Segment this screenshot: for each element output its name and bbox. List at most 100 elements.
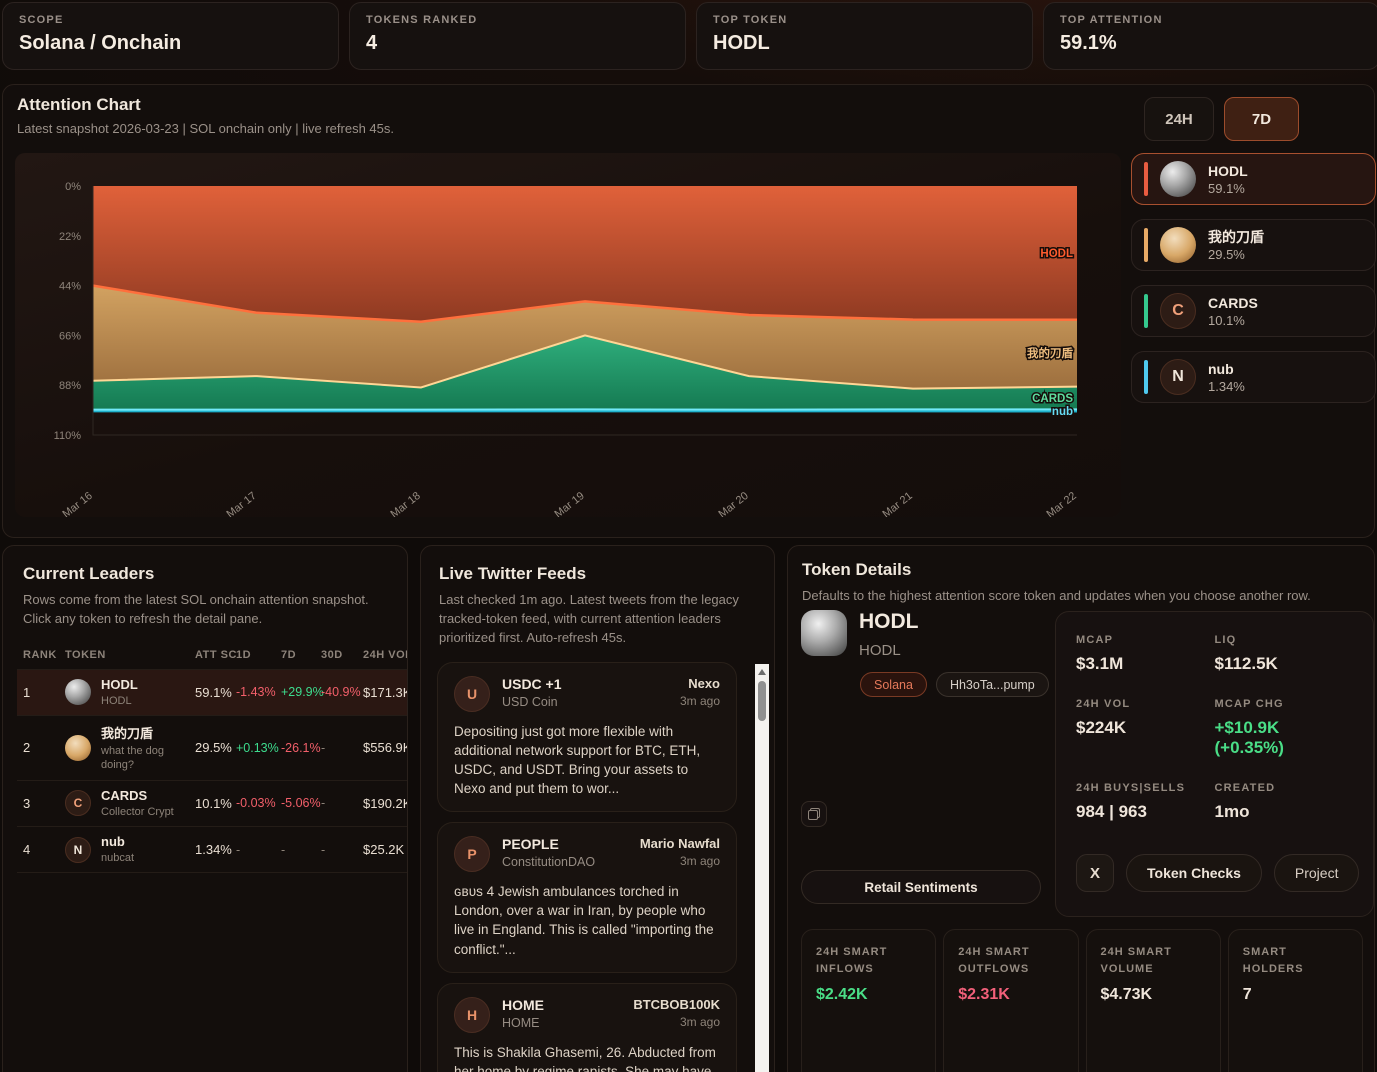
project-button[interactable]: Project	[1274, 854, 1360, 892]
token-name: HODL	[101, 677, 138, 692]
smart-money-cards: 24H SMART INFLOWS $2.42K 24H SMART OUTFL…	[801, 929, 1363, 1072]
svg-text:22%: 22%	[59, 231, 81, 243]
tweet-author: BTCBOB100K	[633, 997, 720, 1012]
token-detail-symbol: HODL	[859, 642, 919, 659]
table-row-cards[interactable]: 3 C CARDS Collector Crypt 10.1% -0.03% -…	[17, 781, 408, 827]
attention-chart-panel: Attention Chart Latest snapshot 2026-03-…	[2, 84, 1375, 538]
token-subtitle: nubcat	[101, 851, 134, 865]
stat-card-tokens-ranked: TOKENS RANKED 4	[349, 2, 686, 70]
token-avatar	[65, 735, 91, 761]
legend-item-cards[interactable]: C CARDS 10.1%	[1131, 285, 1376, 337]
svg-text:Mar 19: Mar 19	[552, 490, 586, 517]
rank: 3	[23, 796, 65, 811]
volume-24h: $171.3K	[363, 685, 408, 700]
volume-24h: $190.2K	[363, 796, 408, 811]
legend-token-pct: 59.1%	[1208, 181, 1248, 196]
legend-item-wodedaodun[interactable]: 我的刀盾 29.5%	[1131, 219, 1376, 271]
attention-area-chart[interactable]: 0%22%44%66%88%110%Mar 16Mar 17Mar 18Mar …	[15, 153, 1121, 517]
retail-sentiments-button[interactable]: Retail Sentiments	[801, 870, 1041, 904]
legend-token-name: CARDS	[1208, 294, 1258, 313]
tweet-token-sub: USD Coin	[502, 695, 562, 709]
legend-item-nub[interactable]: N nub 1.34%	[1131, 351, 1376, 403]
table-row-nub[interactable]: 4 N nub nubcat 1.34% - - - $25.2K	[17, 827, 408, 873]
token-details-panel: Token Details Defaults to the highest at…	[787, 545, 1375, 1072]
smart-volume-value: $4.73K	[1101, 986, 1206, 1004]
stat-value-created: 1mo	[1215, 802, 1354, 822]
att-score: 10.1%	[195, 796, 236, 811]
panel-subtitle: Last checked 1m ago. Latest tweets from …	[439, 591, 756, 648]
token-checks-button[interactable]: Token Checks	[1126, 854, 1262, 892]
rank: 1	[23, 685, 65, 700]
change-1d: +0.13%	[236, 741, 281, 755]
svg-text:Mar 16: Mar 16	[60, 490, 94, 517]
legend-item-hodl[interactable]: HODL 59.1%	[1131, 153, 1376, 205]
tweet-card-people-1[interactable]: P PEOPLE ConstitutionDAO Mario Nawfal 3m…	[437, 822, 737, 973]
svg-text:Mar 17: Mar 17	[224, 490, 258, 517]
top-stats-row: SCOPE Solana / Onchain TOKENS RANKED 4 T…	[2, 2, 1377, 70]
smart-card-volume: 24H SMART VOLUME $4.73K	[1086, 929, 1221, 1072]
svg-text:44%: 44%	[59, 281, 81, 293]
token-detail-avatar	[801, 610, 847, 656]
table-row-wodedaodun[interactable]: 2 我的刀盾 what the dog doing? 29.5% +0.13% …	[17, 716, 408, 781]
token-avatar	[65, 679, 91, 705]
feed-scrollbar[interactable]	[755, 664, 769, 1072]
token-name: nub	[101, 834, 125, 849]
token-avatar: C	[1160, 293, 1196, 329]
panel-title: Current Leaders	[23, 564, 389, 584]
copy-icon	[808, 808, 820, 820]
token-subtitle: what the dog doing?	[101, 744, 183, 773]
legend-color-bar	[1144, 360, 1148, 394]
legend-color-bar	[1144, 228, 1148, 262]
tweet-body: This is Shakila Ghasemi, 26. Abducted fr…	[454, 1043, 720, 1072]
scrollbar-up-arrow-icon[interactable]	[758, 669, 766, 675]
stat-value-mcap: $3.1M	[1076, 654, 1215, 674]
tweet-token-symbol: PEOPLE	[502, 836, 595, 852]
rank: 2	[23, 740, 65, 755]
svg-text:Mar 18: Mar 18	[388, 490, 422, 517]
stat-label: 24H BUYS|SELLS	[1076, 782, 1215, 794]
change-30d: -	[321, 843, 363, 857]
change-7d: -	[281, 843, 321, 857]
token-subtitle: HODL	[101, 694, 138, 708]
svg-text:CARDS: CARDS	[1032, 393, 1073, 405]
tweet-card-usdc[interactable]: U USDC +1 USD Coin Nexo 3m ago Depositin…	[437, 662, 737, 813]
range-button-7d[interactable]: 7D	[1224, 97, 1299, 141]
stat-value: Solana / Onchain	[19, 32, 322, 55]
range-button-24h[interactable]: 24H	[1144, 97, 1214, 141]
leaders-table: RANKTOKEN ATT SCORE1D 7D30D 24H VOL 1 HO…	[17, 645, 408, 873]
smart-card-holders: SMART HOLDERS 7	[1228, 929, 1363, 1072]
table-row-hodl[interactable]: 1 HODL HODL 59.1% -1.43% +29.9% -40.9% $…	[17, 670, 408, 716]
panel-title: Attention Chart	[17, 95, 141, 115]
smart-card-inflows: 24H SMART INFLOWS $2.42K	[801, 929, 936, 1072]
tweet-token-symbol: HOME	[502, 997, 544, 1013]
smart-inflows-value: $2.42K	[816, 986, 921, 1004]
volume-24h: $556.9K	[363, 740, 408, 755]
stat-label: TOP TOKEN	[713, 14, 1016, 26]
legend-color-bar	[1144, 162, 1148, 196]
tweet-time: 3m ago	[640, 854, 720, 868]
stat-label: TOKENS RANKED	[366, 14, 669, 26]
stat-value-liq: $112.5K	[1215, 654, 1354, 674]
token-address-chip[interactable]: Hh3oTa...pump	[936, 672, 1049, 697]
stat-card-top-attention: TOP ATTENTION 59.1%	[1043, 2, 1377, 70]
token-avatar: C	[65, 790, 91, 816]
token-detail-name: HODL	[859, 610, 919, 634]
legend-token-name: 我的刀盾	[1208, 228, 1264, 247]
svg-text:Mar 20: Mar 20	[716, 490, 750, 517]
legend-token-pct: 29.5%	[1208, 247, 1264, 262]
leaders-table-header: RANKTOKEN ATT SCORE1D 7D30D 24H VOL	[17, 645, 408, 670]
change-7d: -26.1%	[281, 741, 321, 755]
scrollbar-thumb[interactable]	[758, 681, 766, 721]
tweet-token-avatar: H	[454, 997, 490, 1033]
copy-address-button[interactable]	[801, 801, 827, 827]
att-score: 59.1%	[195, 685, 236, 700]
svg-text:HODL: HODL	[1040, 248, 1073, 260]
current-leaders-panel: Current Leaders Rows come from the lates…	[2, 545, 408, 1072]
rank: 4	[23, 842, 65, 857]
tweet-card-home[interactable]: H HOME HOME BTCBOB100K 3m ago This is Sh…	[437, 983, 737, 1072]
x-twitter-button[interactable]: X	[1076, 854, 1114, 892]
change-30d: -40.9%	[321, 685, 363, 699]
stat-label: SCOPE	[19, 14, 322, 26]
stat-value: 4	[366, 32, 669, 55]
svg-text:0%: 0%	[65, 181, 81, 193]
